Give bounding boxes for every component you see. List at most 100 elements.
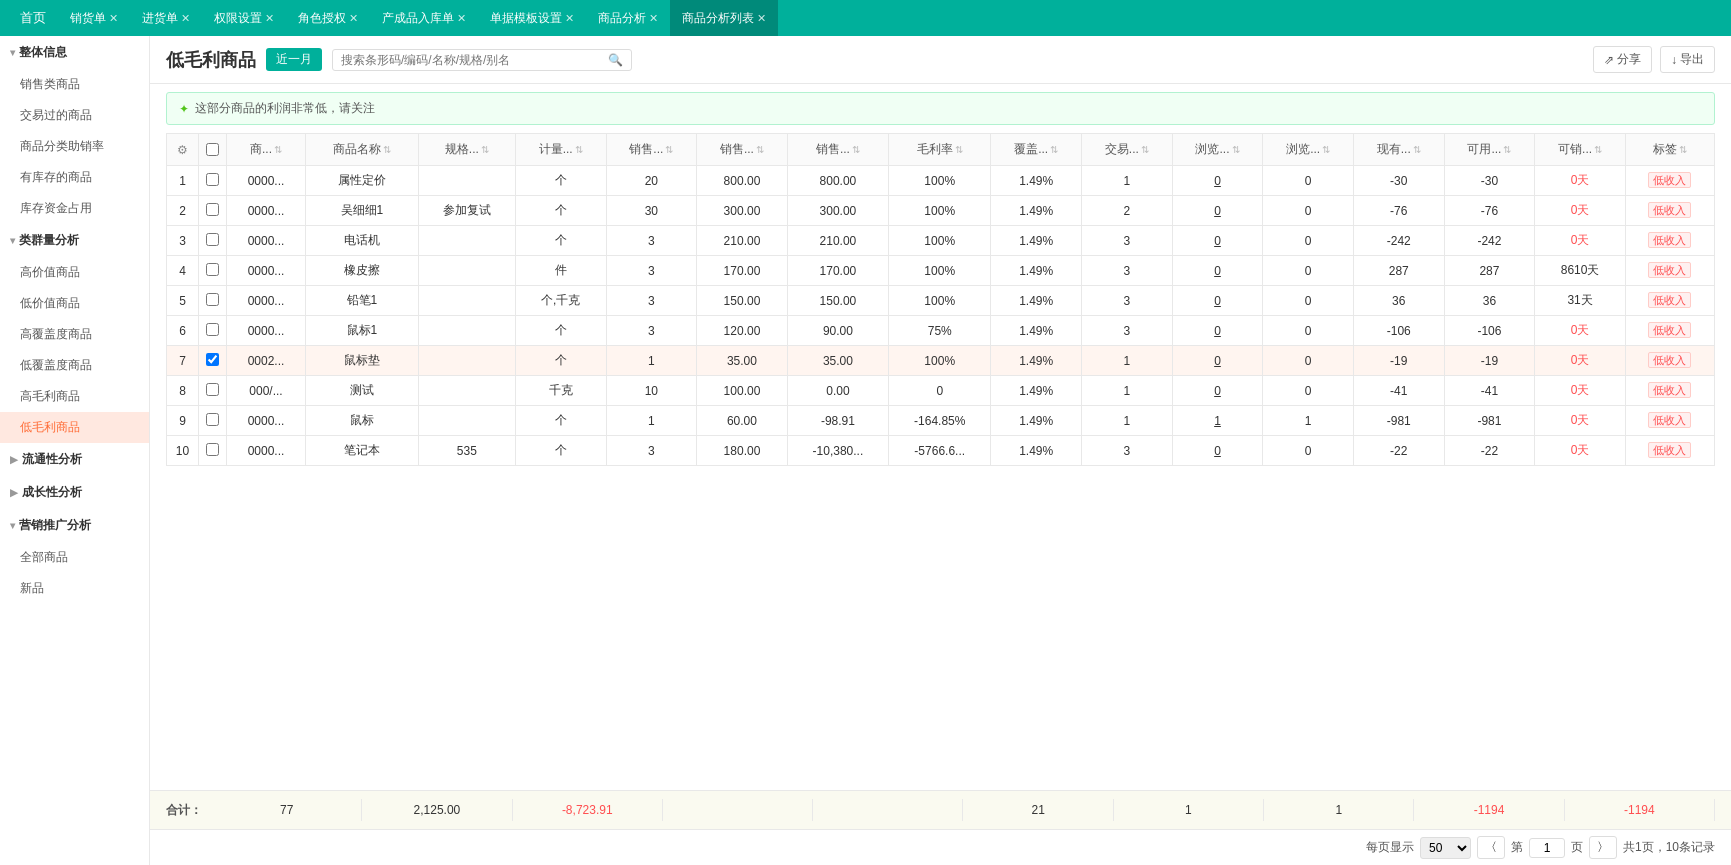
cell-view1[interactable]: 0 [1172, 436, 1263, 466]
sidebar-item-high-coverage[interactable]: 高覆盖度商品 [0, 319, 149, 350]
cell-checkbox[interactable] [199, 406, 227, 436]
col-sale-price[interactable]: 销售...⇅ [697, 134, 788, 166]
sidebar-item-low-value[interactable]: 低价值商品 [0, 288, 149, 319]
sidebar-item-category-sales-rate[interactable]: 商品分类助销率 [0, 131, 149, 162]
sort-icon[interactable]: ⇅ [274, 144, 282, 155]
nav-template-settings[interactable]: 单据模板设置 ✕ [478, 0, 586, 36]
sort-icon-sale-price[interactable]: ⇅ [756, 144, 764, 155]
col-view1[interactable]: 浏览...⇅ [1172, 134, 1263, 166]
cell-view1[interactable]: 0 [1172, 196, 1263, 226]
col-stock-available[interactable]: 可用...⇅ [1444, 134, 1535, 166]
sidebar-item-high-margin[interactable]: 高毛利商品 [0, 381, 149, 412]
row-checkbox[interactable] [206, 293, 219, 306]
sort-icon-sale-amount[interactable]: ⇅ [852, 144, 860, 155]
export-button[interactable]: ↓ 导出 [1660, 46, 1715, 73]
row-checkbox[interactable] [206, 383, 219, 396]
cell-checkbox[interactable] [199, 286, 227, 316]
filter-button[interactable]: 近一月 [266, 48, 322, 71]
sidebar-item-low-margin[interactable]: 低毛利商品 [0, 412, 149, 443]
row-checkbox[interactable] [206, 173, 219, 186]
page-input[interactable] [1529, 838, 1565, 858]
nav-sales-order[interactable]: 销货单 ✕ [58, 0, 130, 36]
row-checkbox[interactable] [206, 443, 219, 456]
sort-icon-gross-margin[interactable]: ⇅ [955, 144, 963, 155]
row-checkbox[interactable] [206, 323, 219, 336]
sidebar-group-cluster-analysis[interactable]: ▾ 类群量分析 [0, 224, 149, 257]
col-name[interactable]: 商品名称⇅ [306, 134, 419, 166]
row-checkbox[interactable] [206, 233, 219, 246]
col-sale-qty[interactable]: 销售...⇅ [606, 134, 697, 166]
cell-view1[interactable]: 0 [1172, 346, 1263, 376]
nav-product-analysis-list[interactable]: 商品分析列表 ✕ [670, 0, 778, 36]
nav-close-permissions[interactable]: ✕ [265, 12, 274, 25]
col-checkbox-all[interactable] [199, 134, 227, 166]
cell-checkbox[interactable] [199, 436, 227, 466]
row-checkbox[interactable] [206, 353, 219, 366]
nav-roles[interactable]: 角色授权 ✕ [286, 0, 370, 36]
sort-icon-sale-qty[interactable]: ⇅ [665, 144, 673, 155]
search-input[interactable] [341, 53, 608, 67]
sort-icon-stock-sellable[interactable]: ⇅ [1594, 144, 1602, 155]
col-stock-current[interactable]: 现有...⇅ [1353, 134, 1444, 166]
row-checkbox[interactable] [206, 203, 219, 216]
col-tag[interactable]: 标签⇅ [1625, 134, 1714, 166]
next-page-button[interactable]: 〉 [1589, 836, 1617, 859]
sidebar-item-all-products[interactable]: 全部商品 [0, 542, 149, 573]
nav-close-template-settings[interactable]: ✕ [565, 12, 574, 25]
cell-view1[interactable]: 0 [1172, 286, 1263, 316]
cell-view1[interactable]: 1 [1172, 406, 1263, 436]
nav-close-purchase-order[interactable]: ✕ [181, 12, 190, 25]
sidebar-group-marketing[interactable]: ▾ 营销推广分析 [0, 509, 149, 542]
cell-view1[interactable]: 0 [1172, 376, 1263, 406]
cell-checkbox[interactable] [199, 376, 227, 406]
col-view2[interactable]: 浏览...⇅ [1263, 134, 1354, 166]
cell-view1[interactable]: 0 [1172, 316, 1263, 346]
cell-view1[interactable]: 0 [1172, 166, 1263, 196]
col-sale-amount[interactable]: 销售...⇅ [787, 134, 888, 166]
sort-icon-stock-current[interactable]: ⇅ [1413, 144, 1421, 155]
sort-icon-unit[interactable]: ⇅ [575, 144, 583, 155]
prev-page-button[interactable]: 〈 [1477, 836, 1505, 859]
nav-close-sales-order[interactable]: ✕ [109, 12, 118, 25]
nav-close-roles[interactable]: ✕ [349, 12, 358, 25]
col-coverage[interactable]: 覆盖...⇅ [991, 134, 1082, 166]
share-button[interactable]: ⇗ 分享 [1593, 46, 1652, 73]
sidebar-item-stocked-products[interactable]: 有库存的商品 [0, 162, 149, 193]
nav-purchase-order[interactable]: 进货单 ✕ [130, 0, 202, 36]
select-all-checkbox[interactable] [206, 143, 219, 156]
sidebar-item-sales-products[interactable]: 销售类商品 [0, 69, 149, 100]
sort-icon-view1[interactable]: ⇅ [1232, 144, 1240, 155]
col-gross-margin[interactable]: 毛利率⇅ [889, 134, 991, 166]
col-unit[interactable]: 计量...⇅ [515, 134, 606, 166]
nav-close-product-analysis-list[interactable]: ✕ [757, 12, 766, 25]
col-spec[interactable]: 规格...⇅ [418, 134, 515, 166]
nav-permissions[interactable]: 权限设置 ✕ [202, 0, 286, 36]
sidebar-group-liquidity[interactable]: ▶ 流通性分析 [0, 443, 149, 476]
cell-checkbox[interactable] [199, 196, 227, 226]
sidebar-item-high-value[interactable]: 高价值商品 [0, 257, 149, 288]
cell-checkbox[interactable] [199, 346, 227, 376]
sort-icon-coverage[interactable]: ⇅ [1050, 144, 1058, 155]
row-checkbox[interactable] [206, 413, 219, 426]
sidebar-item-low-coverage[interactable]: 低覆盖度商品 [0, 350, 149, 381]
col-code[interactable]: 商...⇅ [227, 134, 306, 166]
row-checkbox[interactable] [206, 263, 219, 276]
sort-icon-spec[interactable]: ⇅ [481, 144, 489, 155]
cell-checkbox[interactable] [199, 316, 227, 346]
sort-icon-name[interactable]: ⇅ [383, 144, 391, 155]
sidebar-item-stock-funds[interactable]: 库存资金占用 [0, 193, 149, 224]
cell-checkbox[interactable] [199, 256, 227, 286]
nav-product-analysis[interactable]: 商品分析 ✕ [586, 0, 670, 36]
nav-close-product-in[interactable]: ✕ [457, 12, 466, 25]
sidebar-item-traded-products[interactable]: 交易过的商品 [0, 100, 149, 131]
nav-product-in[interactable]: 产成品入库单 ✕ [370, 0, 478, 36]
sort-icon-stock-available[interactable]: ⇅ [1503, 144, 1511, 155]
sidebar-group-growth[interactable]: ▶ 成长性分析 [0, 476, 149, 509]
cell-view1[interactable]: 0 [1172, 226, 1263, 256]
col-gear[interactable]: ⚙ [167, 134, 199, 166]
per-page-select[interactable]: 50 20 100 [1420, 837, 1471, 859]
sidebar-group-overall-info[interactable]: ▾ 整体信息 [0, 36, 149, 69]
sort-icon-tag[interactable]: ⇅ [1679, 144, 1687, 155]
col-stock-sellable[interactable]: 可销...⇅ [1535, 134, 1626, 166]
search-box[interactable]: 🔍 [332, 49, 632, 71]
